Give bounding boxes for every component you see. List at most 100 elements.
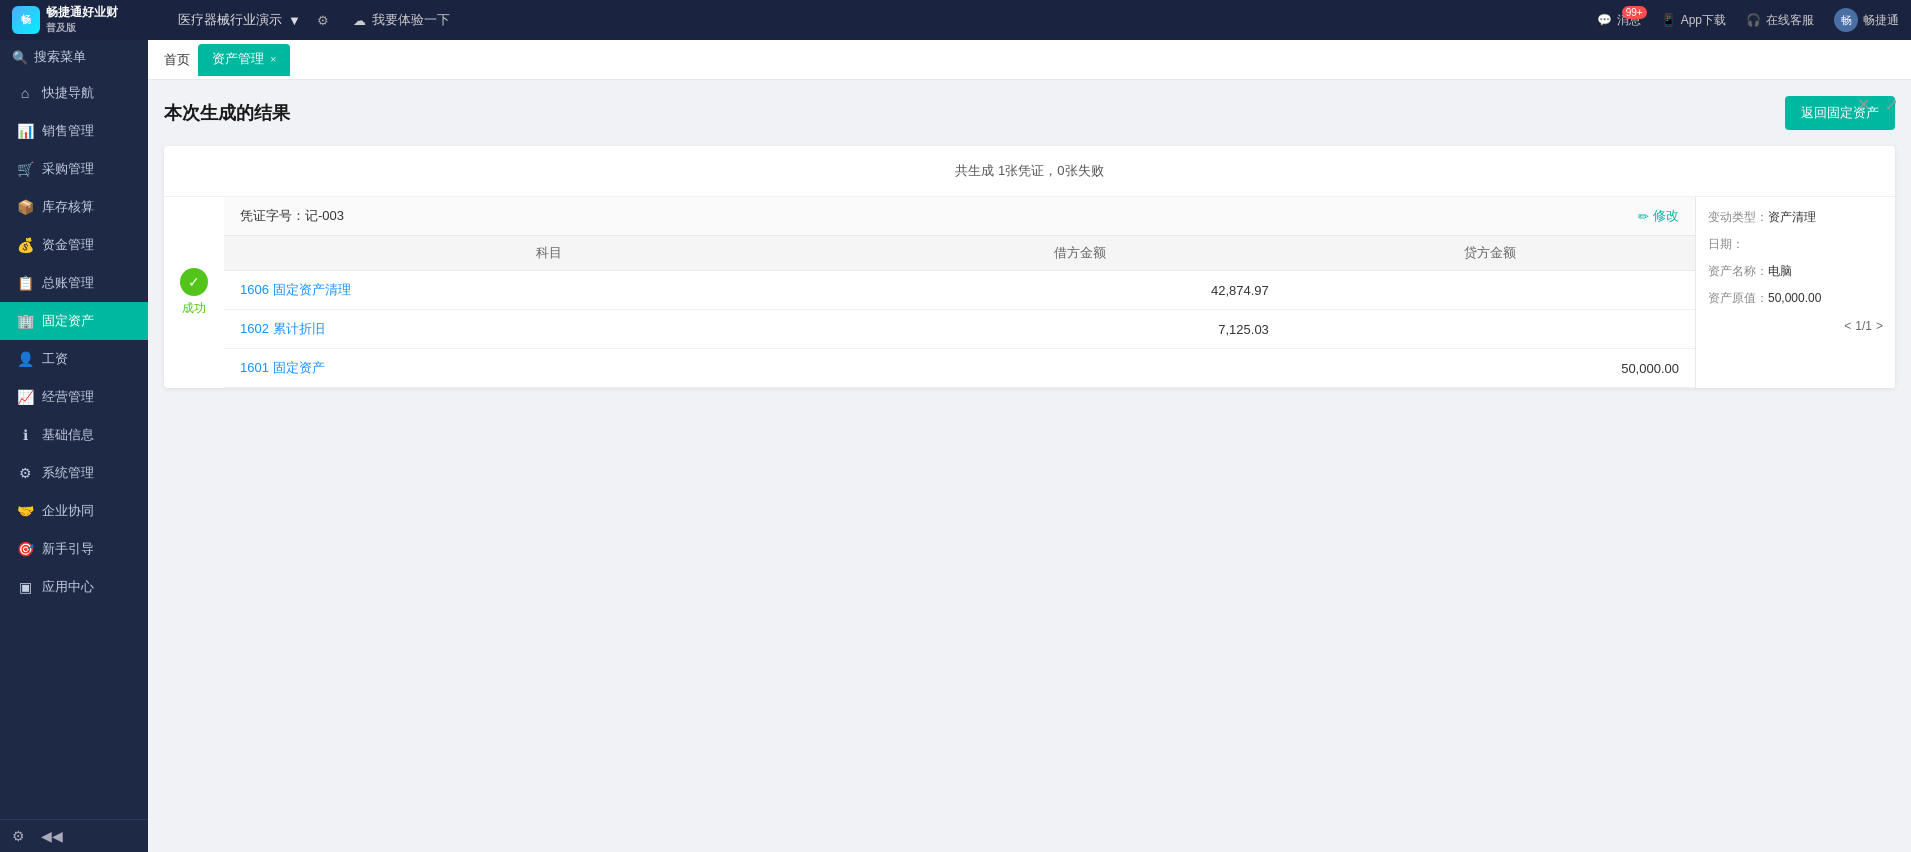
result-card: 共生成 1张凭证，0张失败 ✓ 成功 凭证字号：记-003 — [164, 146, 1895, 388]
voucher-block: ✓ 成功 凭证字号：记-003 ✏ 修改 — [164, 197, 1895, 388]
sidebar-item-sales[interactable]: 📊 销售管理 — [0, 112, 148, 150]
chart-icon: 📊 — [16, 122, 34, 140]
sidebar-item-label: 资金管理 — [42, 236, 94, 254]
success-icon: ✓ — [180, 268, 208, 296]
building-icon: 🏢 — [16, 312, 34, 330]
change-type-value: 资产清理 — [1768, 209, 1816, 226]
guide-icon: 🎯 — [16, 540, 34, 558]
debit-cell: 7,125.03 — [875, 310, 1285, 349]
logo-icon: 畅 — [12, 6, 40, 34]
search-icon: 🔍 — [12, 50, 28, 65]
table-row: 1606 固定资产清理 42,874.97 — [224, 271, 1695, 310]
apps-icon: ▣ — [16, 578, 34, 596]
asset-name-value: 电脑 — [1768, 263, 1792, 280]
voucher-status: ✓ 成功 — [164, 197, 224, 388]
table-row: 1602 累计折旧 7,125.03 — [224, 310, 1695, 349]
detail-panel: 变动类型： 资产清理 日期： 资产名称： 电脑 资产原值： — [1695, 197, 1895, 388]
online-service-button[interactable]: 🎧 在线客服 — [1746, 12, 1814, 29]
money-icon: 💰 — [16, 236, 34, 254]
app-download-button[interactable]: 📱 App下载 — [1661, 12, 1726, 29]
header-right: 💬 消息 99+ 📱 App下载 🎧 在线客服 畅 畅捷通 — [1597, 8, 1899, 32]
main-layout: 🔍 搜索菜单 ⌂ 快捷导航 📊 销售管理 🛒 采购管理 📦 库存核算 💰 — [0, 40, 1911, 852]
logo-name: 畅捷通好业财 — [46, 5, 118, 21]
phone-icon: 📱 — [1661, 13, 1676, 27]
tab-asset-management[interactable]: 资产管理 × — [198, 44, 290, 76]
sidebar-item-label: 基础信息 — [42, 426, 94, 444]
credit-cell — [1285, 310, 1695, 349]
sidebar-item-payroll[interactable]: 👤 工资 — [0, 340, 148, 378]
voucher-number: 凭证字号：记-003 — [240, 207, 344, 225]
sidebar-item-guide[interactable]: 🎯 新手引导 — [0, 530, 148, 568]
user-profile-button[interactable]: 畅 畅捷通 — [1834, 8, 1899, 32]
messages-button[interactable]: 💬 消息 99+ — [1597, 12, 1641, 29]
sidebar-item-label: 销售管理 — [42, 122, 94, 140]
sidebar-item-purchase[interactable]: 🛒 采购管理 — [0, 150, 148, 188]
logo-sub: 普及版 — [46, 21, 118, 35]
sidebar-settings-button[interactable]: ⚙ — [12, 828, 25, 844]
col-subject: 科目 — [224, 236, 875, 271]
sidebar-item-label: 固定资产 — [42, 312, 94, 330]
gear-icon: ⚙ — [317, 13, 329, 28]
sidebar-item-quick-nav[interactable]: ⌂ 快捷导航 — [0, 74, 148, 112]
tab-home[interactable]: 首页 — [164, 51, 190, 69]
edit-voucher-button[interactable]: ✏ 修改 — [1638, 207, 1679, 225]
dropdown-icon: ▼ — [288, 13, 301, 28]
sidebar-item-app-center[interactable]: ▣ 应用中心 — [0, 568, 148, 606]
company-name: 医疗器械行业演示 — [178, 11, 282, 29]
panel-expand-button[interactable]: ⤢ — [1879, 92, 1903, 116]
date-label: 日期： — [1708, 236, 1764, 253]
avatar: 畅 — [1834, 8, 1858, 32]
voucher-table: 科目 借方金额 贷方金额 1606 固定资产清理 42,874.97 — [224, 236, 1695, 388]
detail-asset-value: 资产原值： 50,000.00 — [1708, 290, 1883, 307]
sidebar-item-inventory[interactable]: 📦 库存核算 — [0, 188, 148, 226]
asset-value-value: 50,000.00 — [1768, 291, 1821, 305]
change-type-label: 变动类型： — [1708, 209, 1768, 226]
sidebar-collapse-button[interactable]: ◀◀ — [41, 828, 63, 844]
page-content: 本次生成的结果 返回固定资产 共生成 1张凭证，0张失败 ✓ 成功 — [148, 80, 1911, 852]
subject-cell: 1606 固定资产清理 — [224, 271, 875, 310]
sidebar-item-system[interactable]: ⚙ 系统管理 — [0, 454, 148, 492]
asset-name-label: 资产名称： — [1708, 263, 1768, 280]
company-settings-button[interactable]: ⚙ — [309, 6, 337, 34]
content-wrapper: 首页 资产管理 × ✕ ⤢ 本次生成的结果 返回固定资产 共生成 1张凭证，0张… — [148, 40, 1911, 852]
company-selector[interactable]: 医疗器械行业演示 ▼ — [170, 11, 309, 29]
logo-area: 畅 畅捷通好业财 普及版 — [12, 5, 160, 35]
prev-page-button[interactable]: < — [1844, 319, 1851, 333]
sidebar-item-label: 快捷导航 — [42, 84, 94, 102]
trending-icon: 📈 — [16, 388, 34, 406]
box-icon: 📦 — [16, 198, 34, 216]
tab-label: 资产管理 — [212, 50, 264, 68]
top-header: 畅 畅捷通好业财 普及版 医疗器械行业演示 ▼ ⚙ ☁ 我要体验一下 💬 消息 … — [0, 0, 1911, 40]
panel-close-button[interactable]: ✕ — [1851, 92, 1875, 116]
detail-asset-name: 资产名称： 电脑 — [1708, 263, 1883, 280]
tab-close-button[interactable]: × — [270, 53, 276, 65]
credit-cell: 50,000.00 — [1285, 349, 1695, 388]
sidebar-item-label: 总账管理 — [42, 274, 94, 292]
message-icon: 💬 — [1597, 13, 1612, 27]
voucher-main: 凭证字号：记-003 ✏ 修改 科目 借方金额 贷 — [224, 197, 1695, 388]
sidebar-nav: ⌂ 快捷导航 📊 销售管理 🛒 采购管理 📦 库存核算 💰 资金管理 📋 — [0, 74, 148, 819]
tab-bar: 首页 资产管理 × — [148, 40, 1911, 80]
result-summary: 共生成 1张凭证，0张失败 — [164, 146, 1895, 197]
sidebar-item-fixed-assets[interactable]: 🏢 固定资产 — [0, 302, 148, 340]
sidebar-item-ledger[interactable]: 📋 总账管理 — [0, 264, 148, 302]
experience-button[interactable]: ☁ 我要体验一下 — [353, 11, 450, 29]
sidebar-item-finance[interactable]: 💰 资金管理 — [0, 226, 148, 264]
system-icon: ⚙ — [16, 464, 34, 482]
sidebar-item-enterprise[interactable]: 🤝 企业协同 — [0, 492, 148, 530]
sidebar-item-label: 库存核算 — [42, 198, 94, 216]
sidebar: 🔍 搜索菜单 ⌂ 快捷导航 📊 销售管理 🛒 采购管理 📦 库存核算 💰 — [0, 40, 148, 852]
edit-icon: ✏ — [1638, 209, 1649, 224]
sidebar-item-basic-info[interactable]: ℹ 基础信息 — [0, 416, 148, 454]
next-page-button[interactable]: > — [1876, 319, 1883, 333]
home-icon: ⌂ — [16, 84, 34, 102]
sidebar-item-operations[interactable]: 📈 经营管理 — [0, 378, 148, 416]
detail-pagination: < 1/1 > — [1708, 319, 1883, 333]
detail-date: 日期： — [1708, 236, 1883, 253]
page-indicator: 1/1 — [1855, 319, 1872, 333]
search-menu-item[interactable]: 🔍 搜索菜单 — [0, 40, 148, 74]
messages-badge: 99+ — [1622, 6, 1647, 19]
col-debit: 借方金额 — [875, 236, 1285, 271]
asset-value-label: 资产原值： — [1708, 290, 1768, 307]
sidebar-item-label: 新手引导 — [42, 540, 94, 558]
